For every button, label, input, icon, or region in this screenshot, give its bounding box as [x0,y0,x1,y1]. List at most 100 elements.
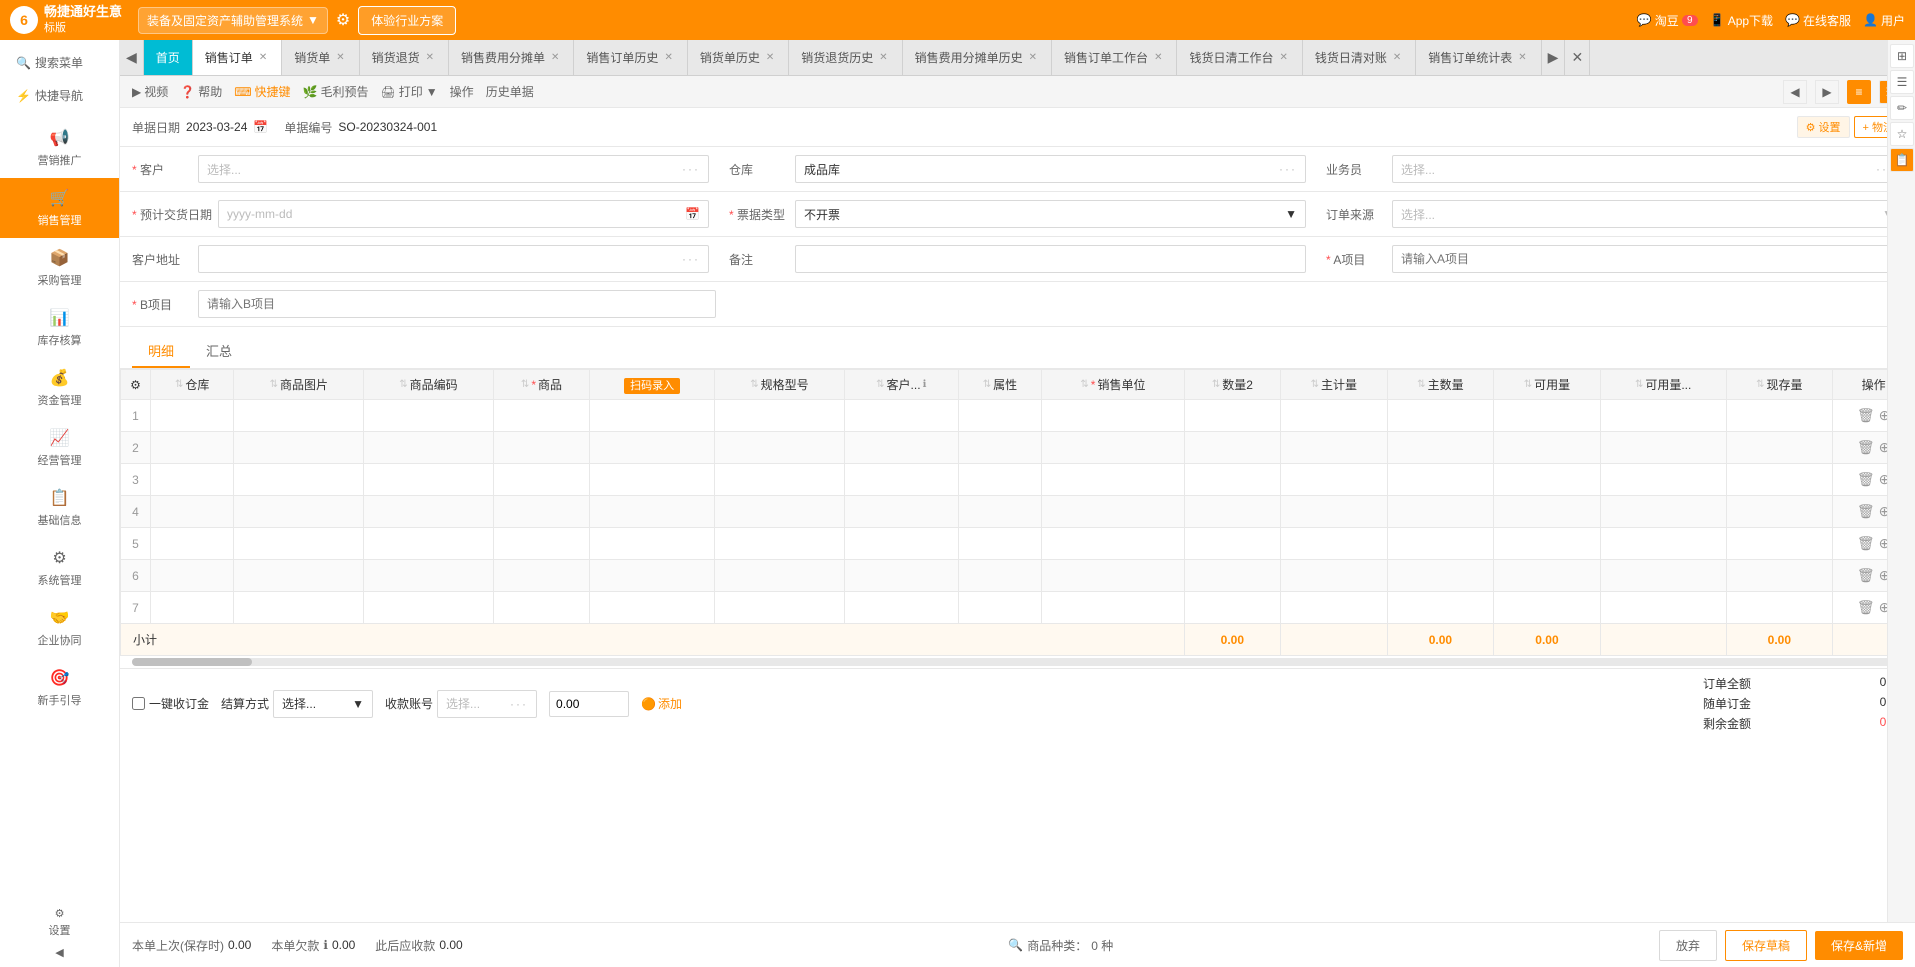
row-custno-6[interactable] [844,560,958,592]
row-custno-7[interactable] [844,592,958,624]
tab-close-2[interactable]: ✕ [334,51,346,64]
rp-btn-5[interactable]: 📋 [1890,148,1914,172]
row-spec-1[interactable] [715,400,845,432]
tab-9[interactable]: 销售订单工作台✕ [1052,40,1177,76]
one-click-checkbox[interactable]: 一键收订金 [132,695,209,712]
row-delete-5[interactable]: 🗑 [1857,535,1875,552]
row-qty2-4[interactable] [1184,496,1280,528]
row-product-2[interactable] [493,432,589,464]
tab-6[interactable]: 销货单历史✕ [688,40,789,76]
row-qty2-3[interactable] [1184,464,1280,496]
remarks-input[interactable] [795,245,1306,273]
tab-11[interactable]: 钱货日清对账✕ [1303,40,1416,76]
row-delete-2[interactable]: 🗑 [1857,439,1875,456]
tab-close-6[interactable]: ✕ [764,51,776,64]
row-mainunit-1[interactable] [1281,400,1388,432]
one-click-check[interactable] [132,697,145,710]
row-custno-3[interactable] [844,464,958,496]
row-code-5[interactable] [364,528,494,560]
row-spec-5[interactable] [715,528,845,560]
row-product-6[interactable] [493,560,589,592]
row-mainunit-3[interactable] [1281,464,1388,496]
row-code-1[interactable] [364,400,494,432]
row-mainqty-5[interactable] [1387,528,1494,560]
row-avail-2[interactable] [1494,432,1601,464]
scroll-thumb[interactable] [132,658,252,666]
row-avail2-1[interactable] [1600,400,1726,432]
sidebar-item-采购管理[interactable]: 📦采购管理 [0,238,119,298]
a-project-input[interactable] [1392,245,1903,273]
row-warehouse-3[interactable] [151,464,234,496]
row-attr-3[interactable] [958,464,1041,496]
row-attr-6[interactable] [958,560,1041,592]
row-image-2[interactable] [234,432,364,464]
row-avail2-5[interactable] [1600,528,1726,560]
app-download-item[interactable]: 📱 App下载 [1710,12,1773,29]
row-avail2-2[interactable] [1600,432,1726,464]
prev-nav-btn[interactable]: ◀ [1783,80,1807,104]
rp-btn-1[interactable]: ⊞ [1890,44,1914,68]
discard-btn[interactable]: 放弃 [1659,930,1717,961]
add-payment-btn[interactable]: 🟠 添加 [641,695,682,712]
scan-btn[interactable]: 扫码录入 [624,378,680,394]
row-warehouse-7[interactable] [151,592,234,624]
tab-close-7[interactable]: ✕ [877,51,889,64]
sidebar-item-基础信息[interactable]: 📋基础信息 [0,478,119,538]
row-custno-2[interactable] [844,432,958,464]
customer-input[interactable]: 选择... ··· [198,155,709,183]
row-custno-1[interactable] [844,400,958,432]
row-attr-4[interactable] [958,496,1041,528]
row-mainqty-6[interactable] [1387,560,1494,592]
row-code-6[interactable] [364,560,494,592]
row-delete-6[interactable]: 🗑 [1857,567,1875,584]
row-image-6[interactable] [234,560,364,592]
tab-close-12[interactable]: ✕ [1516,51,1528,64]
row-image-1[interactable] [234,400,364,432]
row-avail-5[interactable] [1494,528,1601,560]
save-new-btn[interactable]: 保存&新增 [1815,931,1903,960]
row-mainqty-2[interactable] [1387,432,1494,464]
row-mainqty-7[interactable] [1387,592,1494,624]
row-warehouse-1[interactable] [151,400,234,432]
tab-12[interactable]: 销售订单统计表✕ [1416,40,1541,76]
row-image-4[interactable] [234,496,364,528]
row-avail2-4[interactable] [1600,496,1726,528]
row-spec-4[interactable] [715,496,845,528]
row-product-7[interactable] [493,592,589,624]
row-spec-2[interactable] [715,432,845,464]
row-delete-1[interactable]: 🗑 [1857,407,1875,424]
quick-nav[interactable]: ⚡ 快捷导航 [8,81,111,110]
row-image-5[interactable] [234,528,364,560]
row-unit-6[interactable] [1042,560,1184,592]
row-avail2-7[interactable] [1600,592,1726,624]
print-btn[interactable]: 🖨 打印 ▼ [381,83,438,100]
row-mainunit-4[interactable] [1281,496,1388,528]
row-code-4[interactable] [364,496,494,528]
sidebar-item-营销推广[interactable]: 📢营销推广 [0,118,119,178]
tab-left-btn[interactable]: ◀ [120,40,144,75]
row-code-3[interactable] [364,464,494,496]
invoice-type-select[interactable]: 不开票 ▼ [795,200,1306,228]
delivery-date-input[interactable]: yyyy-mm-dd 📅 [218,200,709,228]
row-qty2-2[interactable] [1184,432,1280,464]
row-current-1[interactable] [1726,400,1833,432]
row-current-4[interactable] [1726,496,1833,528]
row-avail-4[interactable] [1494,496,1601,528]
row-mainunit-6[interactable] [1281,560,1388,592]
row-mainqty-4[interactable] [1387,496,1494,528]
row-warehouse-4[interactable] [151,496,234,528]
settings-panel-btn[interactable]: ⚙ 设置 [1797,116,1850,138]
row-avail-1[interactable] [1494,400,1601,432]
row-delete-3[interactable]: 🗑 [1857,471,1875,488]
notification-item[interactable]: 💬 淘豆 9 [1637,12,1698,29]
sidebar-item-经营管理[interactable]: 📈经营管理 [0,418,119,478]
row-product-4[interactable] [493,496,589,528]
shortcut-btn[interactable]: ⌨ 快捷键 [234,83,290,100]
row-unit-7[interactable] [1042,592,1184,624]
tab-3[interactable]: 销货退货✕ [360,40,449,76]
row-current-3[interactable] [1726,464,1833,496]
tab-5[interactable]: 销售订单历史✕ [574,40,687,76]
settlement-select[interactable]: 选择... ▼ [273,690,373,718]
row-product-3[interactable] [493,464,589,496]
sidebar-item-新手引导[interactable]: 🎯新手引导 [0,658,119,718]
